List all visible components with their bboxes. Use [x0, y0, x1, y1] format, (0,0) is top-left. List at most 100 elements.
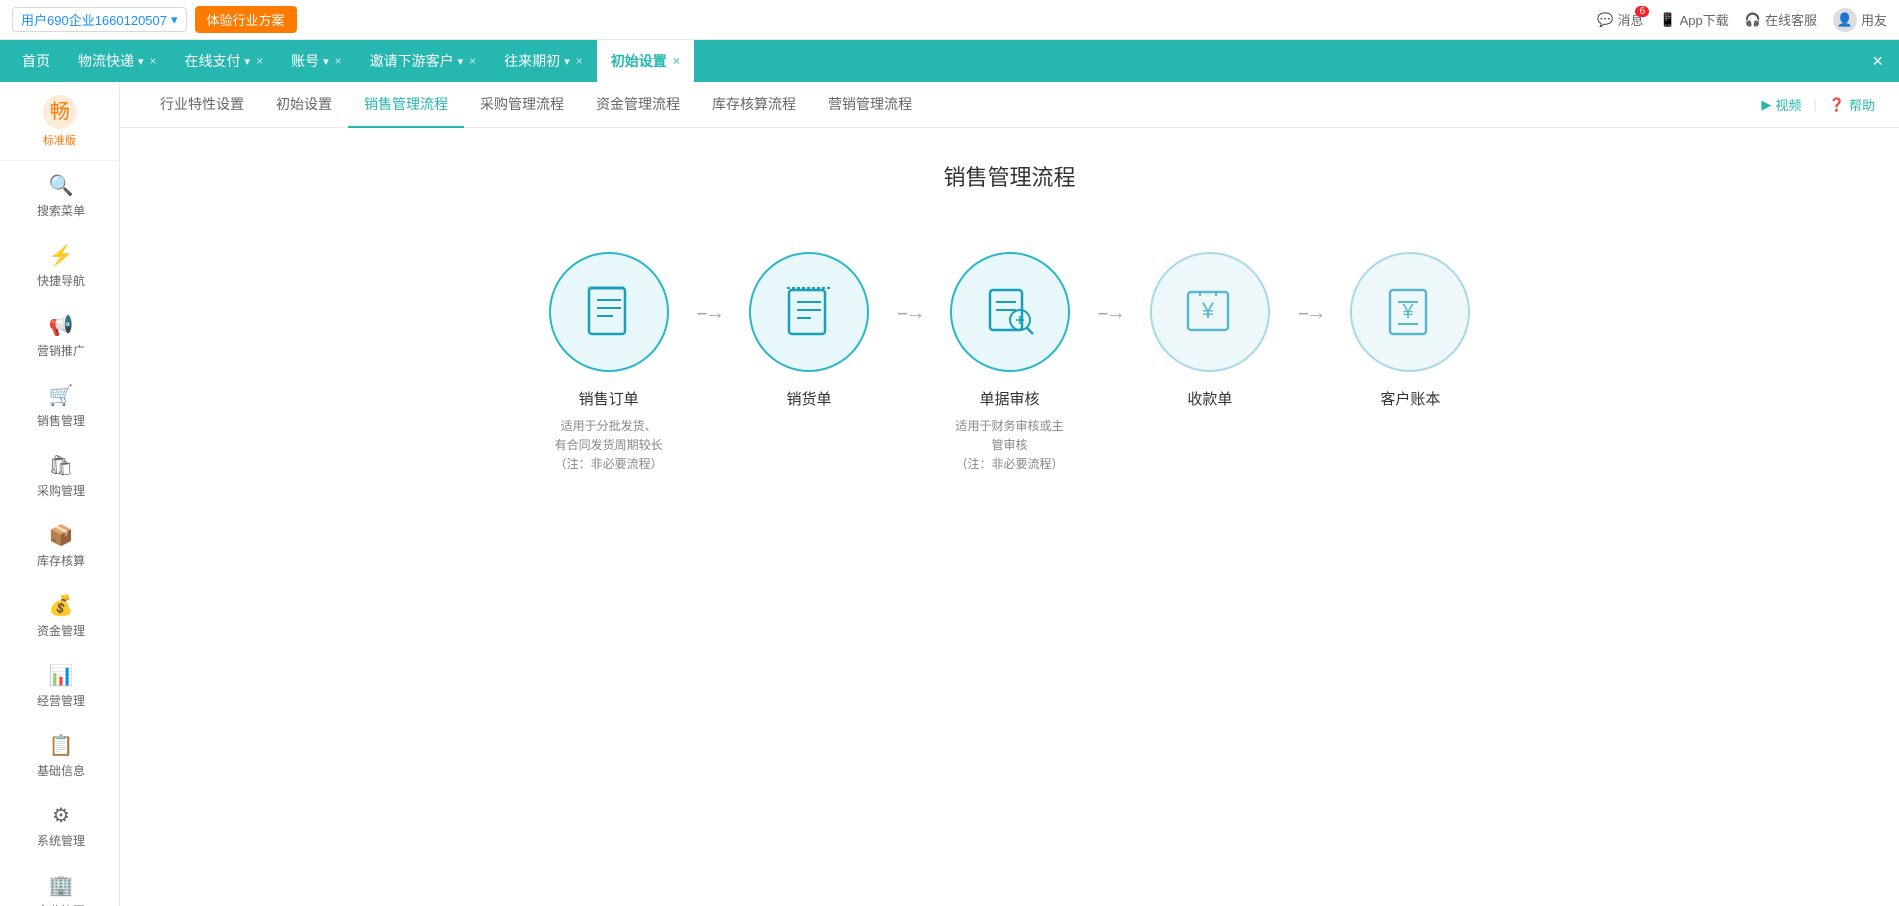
sidebar-quick-label: 快捷导航: [37, 272, 85, 289]
marketing-icon: 📢: [49, 313, 74, 338]
sub-tab-finance-flow[interactable]: 资金管理流程: [580, 82, 696, 128]
tab-logistics-arrow: ▾: [138, 55, 144, 68]
service-item[interactable]: 🎧 在线客服: [1745, 10, 1817, 29]
user-name: 用友: [1861, 10, 1887, 29]
customer-account-name: 客户账本: [1380, 388, 1440, 409]
customer-account-circle[interactable]: ¥: [1350, 252, 1470, 372]
sub-tab-inventory-flow-label: 库存核算流程: [712, 96, 796, 112]
tab-payment[interactable]: 在线支付 ▾ ×: [171, 40, 278, 82]
sidebar-item-purchase[interactable]: 🛍 采购管理: [0, 441, 119, 511]
tab-invite-close[interactable]: ×: [469, 54, 476, 68]
flow-step-receipt: ¥ 收款单: [1130, 252, 1290, 417]
quick-icon: ⚡: [49, 243, 74, 268]
tab-account-arrow: ▾: [323, 55, 329, 68]
sub-tab-sales-flow[interactable]: 销售管理流程: [348, 82, 464, 128]
sidebar-item-inventory[interactable]: 📦 库存核算: [0, 511, 119, 581]
help-icon: ❓: [1829, 97, 1845, 113]
sidebar-marketing-label: 营销推广: [37, 342, 85, 359]
tab-logistics[interactable]: 物流快递 ▾ ×: [64, 40, 171, 82]
receipt-circle[interactable]: ¥: [1150, 252, 1270, 372]
tab-home[interactable]: 首页: [8, 40, 64, 82]
tab-account[interactable]: 账号 ▾ ×: [277, 40, 356, 82]
sidebar-item-quick[interactable]: ⚡ 快捷导航: [0, 231, 119, 301]
sales-order-circle[interactable]: [549, 252, 669, 372]
video-icon: ▶: [1761, 97, 1771, 113]
sub-tab-init[interactable]: 初始设置: [260, 82, 348, 128]
tab-payment-label: 在线支付: [185, 51, 241, 71]
tab-logistics-close[interactable]: ×: [150, 54, 157, 68]
tab-init[interactable]: 初始设置 ×: [597, 40, 694, 82]
avatar-icon: 👤: [1837, 12, 1853, 28]
tab-account-close[interactable]: ×: [335, 54, 342, 68]
sidebar-item-finance[interactable]: 💰 资金管理: [0, 581, 119, 651]
sidebar-item-enterprise[interactable]: 🏢 企业协同: [0, 861, 119, 906]
sidebar-item-marketing[interactable]: 📢 营销推广: [0, 301, 119, 371]
sidebar-sales-label: 销售管理: [37, 412, 85, 429]
nav-tabs: 首页 物流快递 ▾ × 在线支付 ▾ × 账号 ▾ × 邀请下游客户 ▾ × 往…: [0, 40, 1899, 82]
sidebar-finance-label: 资金管理: [37, 622, 85, 639]
sidebar-item-system[interactable]: ⚙ 系统管理: [0, 791, 119, 861]
divider: |: [1813, 97, 1816, 112]
audit-circle[interactable]: [950, 252, 1070, 372]
sub-tabs: 行业特性设置 初始设置 销售管理流程 采购管理流程 资金管理流程 库存核算流程 …: [120, 82, 1899, 128]
tab-init-label: 初始设置: [611, 51, 667, 71]
video-action[interactable]: ▶ 视频: [1761, 95, 1801, 114]
app-icon: 📱: [1659, 12, 1675, 28]
sub-tab-inventory-flow[interactable]: 库存核算流程: [696, 82, 812, 128]
user-select[interactable]: 用户690企业1660120507 ▾: [12, 7, 187, 32]
sidebar-basic-label: 基础信息: [37, 762, 85, 779]
message-icon: 💬: [1597, 12, 1613, 28]
svg-text:畅: 畅: [50, 100, 70, 123]
message-badge: 6: [1635, 6, 1649, 17]
nav-close-button[interactable]: ×: [1864, 51, 1891, 72]
tab-period-close[interactable]: ×: [576, 54, 583, 68]
sub-tab-finance-flow-label: 资金管理流程: [596, 96, 680, 112]
sidebar-item-sales[interactable]: 🛒 销售管理: [0, 371, 119, 441]
sub-tab-industry[interactable]: 行业特性设置: [144, 82, 260, 128]
tab-payment-close[interactable]: ×: [256, 54, 263, 68]
sidebar-enterprise-label: 企业协同: [37, 902, 85, 906]
message-icon-item[interactable]: 💬 消息 6: [1597, 10, 1643, 29]
logo-text: 标准版: [43, 132, 76, 148]
main-layout: 畅 标准版 🔍 搜索菜单 ⚡ 快捷导航 📢 营销推广 🛒 销售管理 🛍 采购管理…: [0, 82, 1899, 906]
sub-tab-marketing-flow-label: 营销管理流程: [828, 96, 912, 112]
flow-step-customer-account: ¥ 客户账本: [1330, 252, 1490, 417]
receipt-name: 收款单: [1187, 388, 1232, 409]
sales-order-name: 销售订单: [579, 388, 639, 409]
headset-icon: 🎧: [1745, 12, 1761, 28]
tab-invite[interactable]: 邀请下游客户 ▾ ×: [356, 40, 491, 82]
sub-tab-marketing-flow[interactable]: 营销管理流程: [812, 82, 928, 128]
flow-step-sales-invoice: 销货单: [729, 252, 889, 417]
avatar: 👤: [1833, 8, 1857, 32]
sidebar-search-label: 搜索菜单: [37, 202, 85, 219]
help-action[interactable]: ❓ 帮助: [1829, 95, 1875, 114]
sub-tab-actions: ▶ 视频 | ❓ 帮助: [1761, 95, 1875, 114]
svg-text:¥: ¥: [1201, 298, 1215, 323]
sub-tab-init-label: 初始设置: [276, 96, 332, 112]
system-icon: ⚙: [52, 803, 70, 828]
sales-invoice-circle[interactable]: [749, 252, 869, 372]
service-label: 在线客服: [1765, 10, 1817, 29]
audit-desc: 适用于财务审核或主管审核（注：非必要流程）: [955, 417, 1063, 475]
user-avatar-item[interactable]: 👤 用友: [1833, 8, 1887, 32]
tab-period-label: 往来期初: [504, 51, 560, 71]
finance-icon: 💰: [49, 593, 74, 618]
flow-title: 销售管理流程: [160, 160, 1859, 192]
sidebar-item-search[interactable]: 🔍 搜索菜单: [0, 161, 119, 231]
app-download-item[interactable]: 📱 App下载: [1659, 10, 1728, 29]
sub-tab-sales-flow-label: 销售管理流程: [364, 96, 448, 112]
svg-text:¥: ¥: [1402, 301, 1415, 323]
tab-period[interactable]: 往来期初 ▾ ×: [490, 40, 597, 82]
top-bar: 用户690企业1660120507 ▾ 体验行业方案 💬 消息 6 📱 App下…: [0, 0, 1899, 40]
sub-tab-purchase-flow[interactable]: 采购管理流程: [464, 82, 580, 128]
tab-init-close[interactable]: ×: [673, 54, 680, 68]
content-area: 行业特性设置 初始设置 销售管理流程 采购管理流程 资金管理流程 库存核算流程 …: [120, 82, 1899, 906]
sub-tab-industry-label: 行业特性设置: [160, 96, 244, 112]
basic-icon: 📋: [49, 733, 74, 758]
sidebar-item-operation[interactable]: 📊 经营管理: [0, 651, 119, 721]
purchase-icon: 🛍: [48, 453, 73, 478]
sidebar-item-basic[interactable]: 📋 基础信息: [0, 721, 119, 791]
flow-arrow-1: - - →: [697, 252, 721, 325]
trial-button[interactable]: 体验行业方案: [195, 6, 297, 33]
logo-icon: 畅: [42, 94, 78, 130]
